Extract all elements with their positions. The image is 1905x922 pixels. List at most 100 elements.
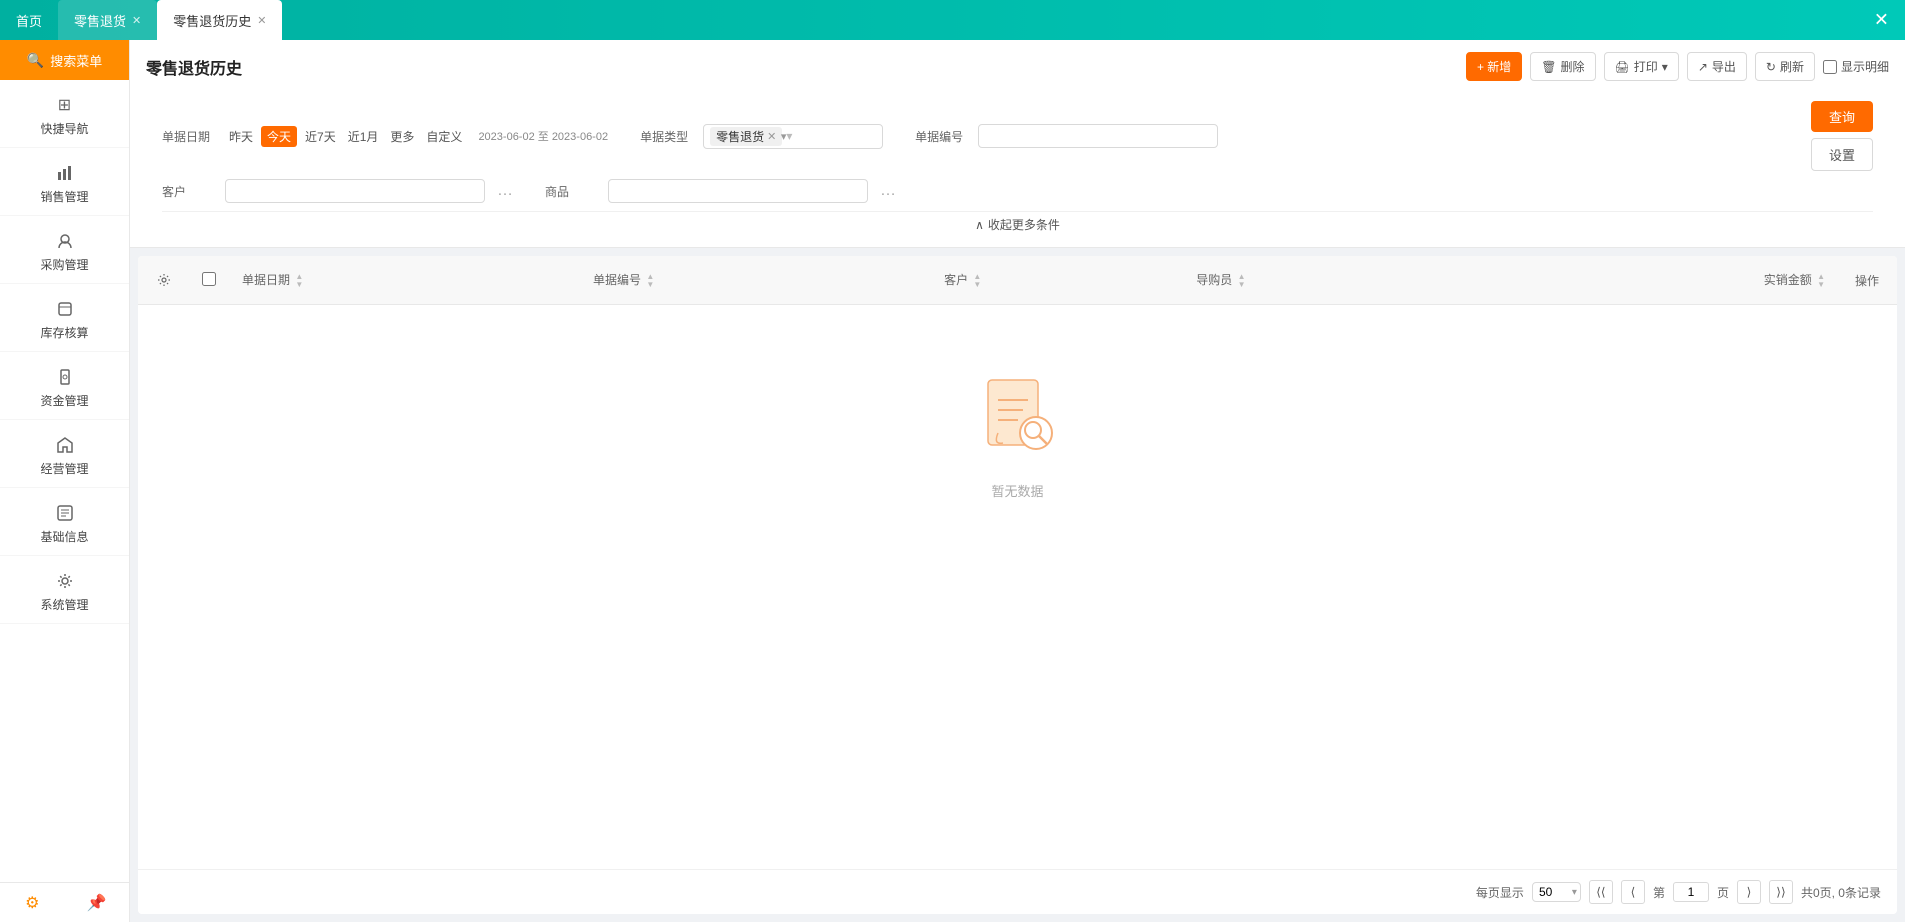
tab-retail-return-history[interactable]: 零售退货历史 ✕ bbox=[157, 0, 282, 40]
prev-page-btn[interactable]: ⟨ bbox=[1621, 880, 1645, 904]
finance-mgmt-icon bbox=[54, 366, 76, 388]
filter-row-1: 单据日期 昨天 今天 近7天 近1月 更多 自定义 2023-06-02 至 2… bbox=[162, 101, 1873, 171]
empty-icon bbox=[968, 365, 1068, 465]
toolbar: + 新增 🗑 删除 🖨 打印 ▾ ↗ 导出 ↻ bbox=[1466, 52, 1889, 81]
sidebar-item-finance-label: 资金管理 bbox=[40, 392, 88, 409]
page-title: 零售退货历史 bbox=[146, 55, 242, 79]
customer-sort[interactable]: ▲▼ bbox=[973, 273, 981, 289]
sidebar-item-purchase-mgmt[interactable]: 采购管理 bbox=[0, 216, 129, 284]
export-btn[interactable]: ↗ 导出 bbox=[1687, 52, 1747, 81]
table-container: 单据日期 ▲▼ 单据编号 ▲▼ 客户 ▲▼ bbox=[138, 256, 1897, 914]
first-page-btn[interactable]: ⟨⟨ bbox=[1589, 880, 1613, 904]
customer-input[interactable] bbox=[225, 179, 485, 203]
th-doc-no: 单据编号 ▲▼ bbox=[581, 256, 932, 305]
print-btn[interactable]: 🖨 打印 ▾ bbox=[1604, 52, 1679, 81]
tab-home-label: 首页 bbox=[16, 11, 42, 30]
doc-date-sort[interactable]: ▲▼ bbox=[295, 273, 303, 289]
tab-retail-return-history-close[interactable]: ✕ bbox=[257, 14, 266, 27]
empty-state: 暂无数据 bbox=[138, 305, 1897, 560]
per-page-wrap: 20 50 100 bbox=[1532, 882, 1581, 902]
new-btn[interactable]: + 新增 bbox=[1466, 52, 1522, 81]
show-detail-toggle[interactable]: 显示明细 bbox=[1823, 58, 1889, 75]
sidebar-item-finance-mgmt[interactable]: 资金管理 bbox=[0, 352, 129, 420]
quick-nav-icon: ⊞ bbox=[54, 94, 76, 116]
goods-input[interactable] bbox=[608, 179, 868, 203]
sidebar-item-purchase-label: 采购管理 bbox=[40, 256, 88, 273]
sidebar-pin-btn[interactable]: 📌 bbox=[65, 883, 130, 922]
date-range-display: 2023-06-02 至 2023-06-02 bbox=[478, 128, 608, 144]
date-opt-last1m[interactable]: 近1月 bbox=[344, 127, 383, 146]
top-bar: 首页 零售退货 ✕ 零售退货历史 ✕ ✕ bbox=[0, 0, 1905, 40]
doctype-tag: 零售退货 ✕ bbox=[710, 127, 782, 146]
per-page-label: 每页显示 bbox=[1476, 884, 1524, 901]
th-amount-label: 实销金额 bbox=[1764, 273, 1812, 287]
guide-sort[interactable]: ▲▼ bbox=[1238, 273, 1246, 289]
next-page-btn[interactable]: ⟩ bbox=[1737, 880, 1761, 904]
sidebar-item-quick-nav[interactable]: ⊞ 快捷导航 bbox=[0, 80, 129, 148]
tab-retail-return-close[interactable]: ✕ bbox=[132, 14, 141, 27]
main-table: 单据日期 ▲▼ 单据编号 ▲▼ 客户 ▲▼ bbox=[138, 256, 1897, 305]
th-checkbox bbox=[190, 256, 230, 305]
ops-mgmt-icon bbox=[54, 434, 76, 456]
collapse-btn[interactable]: ∧ 收起更多条件 bbox=[162, 211, 1873, 237]
last-page-btn[interactable]: ⟩⟩ bbox=[1769, 880, 1793, 904]
sidebar-search-btn[interactable]: 🔍 搜索菜单 bbox=[0, 40, 129, 80]
sales-mgmt-icon bbox=[54, 162, 76, 184]
query-settings-btns: 查询 设置 bbox=[1811, 101, 1873, 171]
filter-group-goods: 商品 … bbox=[545, 179, 896, 203]
per-page-select[interactable]: 20 50 100 bbox=[1532, 882, 1581, 902]
search-icon: 🔍 bbox=[27, 52, 44, 69]
doctype-tag-close[interactable]: ✕ bbox=[767, 130, 776, 143]
refresh-icon: ↻ bbox=[1766, 60, 1776, 74]
main-layout: 🔍 搜索菜单 ⊞ 快捷导航 销售管理 采购管理 bbox=[0, 40, 1905, 922]
collapse-label: 收起更多条件 bbox=[988, 216, 1060, 233]
filter-group-doctype: 单据类型 零售退货 ✕ ▾ bbox=[640, 124, 883, 149]
th-doc-date-label: 单据日期 bbox=[242, 273, 290, 287]
docno-label: 单据编号 bbox=[915, 128, 970, 145]
th-guide: 导购员 ▲▼ bbox=[1184, 256, 1486, 305]
table-header: 单据日期 ▲▼ 单据编号 ▲▼ 客户 ▲▼ bbox=[138, 256, 1897, 305]
sidebar-settings-btn[interactable]: ⚙ bbox=[0, 883, 65, 922]
tab-home[interactable]: 首页 bbox=[0, 0, 58, 40]
date-opt-yesterday[interactable]: 昨天 bbox=[225, 127, 257, 146]
page-header: 零售退货历史 + 新增 🗑 删除 🖨 打印 ▾ ↗ 导出 bbox=[130, 40, 1905, 248]
column-settings-btn[interactable] bbox=[150, 266, 178, 294]
amount-sort[interactable]: ▲▼ bbox=[1817, 273, 1825, 289]
filter-row-2: 客户 … 商品 … bbox=[162, 179, 1873, 203]
query-btn[interactable]: 查询 bbox=[1811, 101, 1873, 132]
goods-search-dots[interactable]: … bbox=[880, 182, 896, 200]
docno-input[interactable] bbox=[978, 124, 1218, 148]
doctype-tag-area[interactable]: 零售退货 ✕ ▾ bbox=[703, 124, 883, 149]
delete-icon: 🗑 bbox=[1541, 60, 1556, 74]
date-options: 昨天 今天 近7天 近1月 更多 自定义 bbox=[225, 126, 466, 147]
sidebar-item-sales-mgmt[interactable]: 销售管理 bbox=[0, 148, 129, 216]
delete-btn[interactable]: 🗑 删除 bbox=[1530, 52, 1595, 81]
th-settings bbox=[138, 256, 190, 305]
date-opt-more[interactable]: 更多 bbox=[386, 127, 418, 146]
refresh-btn[interactable]: ↻ 刷新 bbox=[1755, 52, 1815, 81]
th-amount: 实销金额 ▲▼ bbox=[1486, 256, 1837, 305]
collapse-up-icon: ∧ bbox=[975, 218, 984, 232]
doctype-tag-value: 零售退货 bbox=[716, 128, 764, 145]
customer-search-dots[interactable]: … bbox=[497, 182, 513, 200]
sidebar-item-sys-label: 系统管理 bbox=[40, 596, 88, 613]
th-customer: 客户 ▲▼ bbox=[932, 256, 1184, 305]
date-opt-last7[interactable]: 近7天 bbox=[301, 127, 340, 146]
doc-no-sort[interactable]: ▲▼ bbox=[646, 273, 654, 289]
show-detail-checkbox[interactable] bbox=[1823, 60, 1837, 74]
sidebar-item-inventory-calc[interactable]: 库存核算 bbox=[0, 284, 129, 352]
date-opt-today[interactable]: 今天 bbox=[261, 126, 297, 147]
filter-settings-btn[interactable]: 设置 bbox=[1811, 138, 1873, 171]
th-doc-no-label: 单据编号 bbox=[593, 273, 641, 287]
window-close-btn[interactable]: ✕ bbox=[1874, 10, 1889, 31]
sidebar-item-ops-mgmt[interactable]: 经营管理 bbox=[0, 420, 129, 488]
page-input[interactable] bbox=[1673, 882, 1709, 902]
doctype-dropdown[interactable]: ▾ bbox=[786, 129, 792, 143]
sidebar-item-sys-mgmt[interactable]: 系统管理 bbox=[0, 556, 129, 624]
date-opt-custom[interactable]: 自定义 bbox=[422, 127, 466, 146]
select-all-checkbox[interactable] bbox=[202, 272, 216, 286]
tab-retail-return[interactable]: 零售退货 ✕ bbox=[58, 0, 157, 40]
goods-label: 商品 bbox=[545, 183, 600, 200]
sidebar-item-basic-info[interactable]: 基础信息 bbox=[0, 488, 129, 556]
export-icon: ↗ bbox=[1698, 60, 1708, 74]
